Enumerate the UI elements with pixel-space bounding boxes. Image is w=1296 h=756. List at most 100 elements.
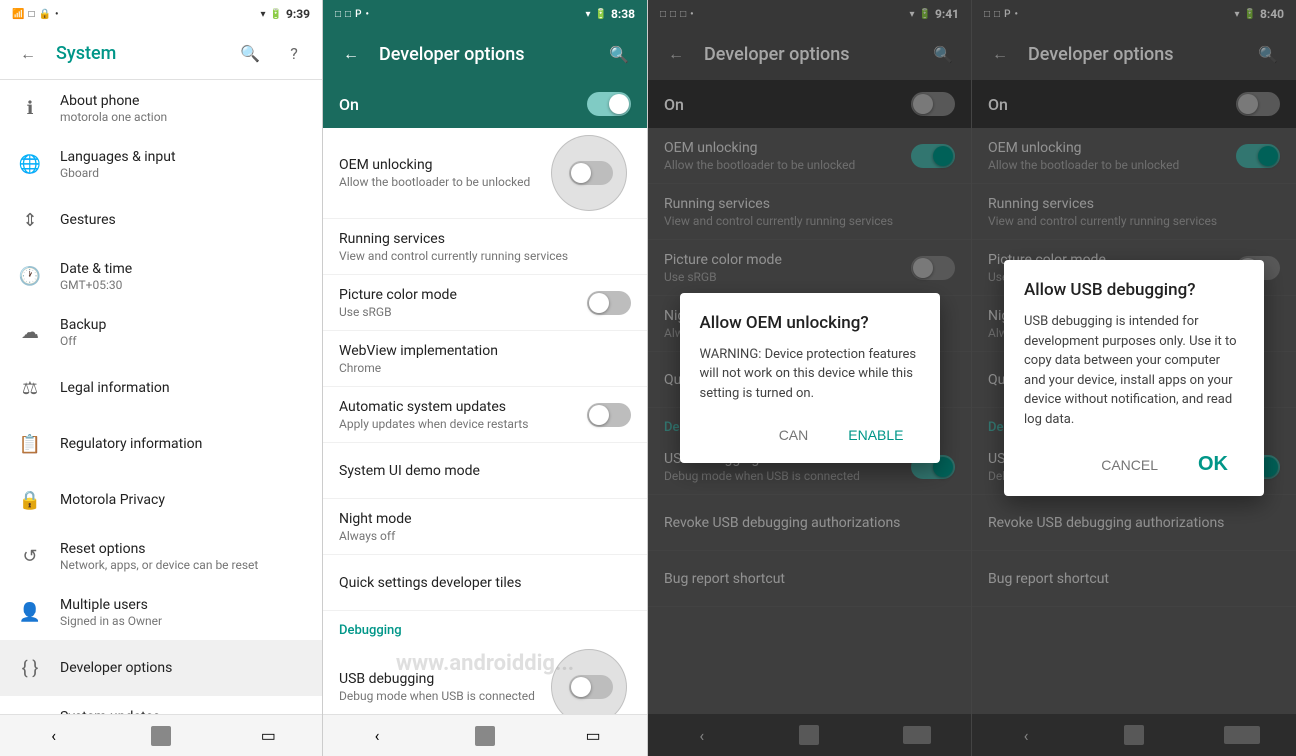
dev-item-subtitle-webview: Chrome — [339, 361, 623, 375]
users-icon: 👤 — [16, 598, 44, 626]
dev-item-oem[interactable]: OEM unlocking Allow the bootloader to be… — [323, 128, 647, 219]
dialog-cancel-usb[interactable]: Cancel — [1085, 445, 1174, 484]
dev-item-text-webview: WebView implementation Chrome — [339, 343, 623, 375]
dev-toggle-thumb-usb — [571, 677, 591, 697]
dev-item-title-usb: USB debugging — [339, 671, 543, 687]
p-icon-2: P — [355, 9, 361, 20]
settings-text-gestures: Gestures — [60, 212, 306, 229]
settings-text-developer: Developer options — [60, 660, 306, 676]
settings-text-reset: Reset options Network, apps, or device c… — [60, 541, 306, 572]
back-button-2[interactable]: ← — [335, 38, 367, 70]
screen-title-2: Developer options — [379, 44, 591, 65]
settings-subtitle-backup: Off — [60, 334, 306, 348]
settings-title-legal: Legal information — [60, 380, 306, 396]
notification-icon: □ — [28, 9, 34, 20]
dialog-title-oem: Allow OEM unlocking? — [700, 313, 920, 333]
dev-item-subtitle-colormode: Use sRGB — [339, 305, 579, 319]
dev-toggle-thumb-colormode — [589, 293, 609, 313]
settings-subtitle-about: motorola one action — [60, 110, 306, 124]
backup-icon: ☁ — [16, 318, 44, 346]
dev-toggle-thumb-autoupdate — [589, 405, 609, 425]
dot-icon: • — [55, 9, 59, 20]
settings-title-about: About phone — [60, 93, 306, 109]
settings-text-regulatory: Regulatory information — [60, 436, 306, 452]
settings-text-moto-privacy: Motorola Privacy — [60, 492, 306, 508]
dev-item-title-colormode: Picture color mode — [339, 287, 579, 303]
dialog-usb: Allow USB debugging? USB debugging is in… — [1004, 260, 1264, 496]
dev-item-nightmode[interactable]: Night mode Always off — [323, 499, 647, 555]
settings-item-legal[interactable]: ⚖ Legal information — [0, 360, 322, 416]
search-button-1[interactable]: 🔍 — [234, 38, 266, 70]
dev-item-text-uidemo: System UI demo mode — [339, 463, 623, 479]
back-nav-2[interactable]: ‹ — [357, 720, 397, 752]
about-icon: ℹ — [16, 94, 44, 122]
dialog-confirm-oem[interactable]: Enable — [832, 419, 919, 451]
dev-toggle-oem[interactable] — [569, 161, 613, 185]
legal-icon: ⚖ — [16, 374, 44, 402]
settings-text-about: About phone motorola one action — [60, 93, 306, 124]
screen-developer-options-3: □ □ P • ▾ 🔋 8:40 ← Developer options 🔍 O… — [972, 0, 1296, 756]
dialog-oem: Allow OEM unlocking? WARNING: Device pro… — [680, 293, 940, 464]
search-button-2[interactable]: 🔍 — [603, 38, 635, 70]
dev-item-text-autoupdate: Automatic system updates Apply updates w… — [339, 399, 579, 431]
settings-item-sysupdate[interactable]: 📱 System updates Updated to Android 9 — [0, 696, 322, 714]
screen-system-settings: 📶 □ 🔒 • ▾ 🔋 9:39 ← System 🔍 ? ℹ About ph… — [0, 0, 323, 756]
dev-item-text-oem: OEM unlocking Allow the bootloader to be… — [339, 157, 543, 189]
dialog-actions-usb: Cancel OK — [1024, 445, 1244, 484]
settings-title-reset: Reset options — [60, 541, 306, 557]
recents-nav-1[interactable]: ▭ — [248, 720, 288, 752]
back-nav-1[interactable]: ‹ — [34, 720, 74, 752]
settings-item-languages[interactable]: 🌐 Languages & input Gboard — [0, 136, 322, 192]
settings-item-about[interactable]: ℹ About phone motorola one action — [0, 80, 322, 136]
dev-toggle-autoupdate[interactable] — [587, 403, 631, 427]
sim-icon: 📶 — [12, 9, 24, 20]
dev-on-toggle-row-1[interactable]: On — [323, 80, 647, 128]
dialog-cancel-oem[interactable]: Can — [763, 419, 825, 451]
dev-item-uidemo[interactable]: System UI demo mode — [323, 443, 647, 499]
settings-item-backup[interactable]: ☁ Backup Off — [0, 304, 322, 360]
gestures-icon: ⇕ — [16, 206, 44, 234]
settings-item-moto-privacy[interactable]: 🔒 Motorola Privacy — [0, 472, 322, 528]
dev-item-title-oem: OEM unlocking — [339, 157, 543, 173]
back-button-1[interactable]: ← — [12, 38, 44, 70]
settings-item-datetime[interactable]: 🕐 Date & time GMT+05:30 — [0, 248, 322, 304]
dev-toggle-usb[interactable] — [569, 675, 613, 699]
dev-item-usb[interactable]: USB debugging Debug mode when USB is con… — [323, 642, 647, 714]
dev-on-toggle-1[interactable] — [587, 92, 631, 116]
settings-title-moto-privacy: Motorola Privacy — [60, 492, 306, 508]
settings-item-developer[interactable]: { } Developer options — [0, 640, 322, 696]
regulatory-icon: 📋 — [16, 430, 44, 458]
dev-item-autoupdate[interactable]: Automatic system updates Apply updates w… — [323, 387, 647, 443]
settings-title-languages: Languages & input — [60, 149, 306, 165]
app-bar-1: ← System 🔍 ? — [0, 28, 322, 80]
settings-text-datetime: Date & time GMT+05:30 — [60, 261, 306, 292]
dev-item-running[interactable]: Running services View and control curren… — [323, 219, 647, 275]
settings-title-backup: Backup — [60, 317, 306, 333]
settings-subtitle-languages: Gboard — [60, 166, 306, 180]
dev-item-text-quicktiles: Quick settings developer tiles — [339, 575, 623, 591]
dialog-ok-usb[interactable]: OK — [1182, 445, 1244, 484]
settings-item-users[interactable]: 👤 Multiple users Signed in as Owner — [0, 584, 322, 640]
settings-item-regulatory[interactable]: 📋 Regulatory information — [0, 416, 322, 472]
status-bar-1: 📶 □ 🔒 • ▾ 🔋 9:39 — [0, 0, 322, 28]
home-nav-1[interactable] — [141, 720, 181, 752]
screen-developer-options-2: □ □ □ • ▾ 🔋 9:41 ← Developer options 🔍 O… — [648, 0, 972, 756]
dialog-actions-oem: Can Enable — [700, 419, 920, 451]
dev-toggle-colormode[interactable] — [587, 291, 631, 315]
dev-item-text-colormode: Picture color mode Use sRGB — [339, 287, 579, 319]
reset-icon: ↺ — [16, 542, 44, 570]
settings-item-reset[interactable]: ↺ Reset options Network, apps, or device… — [0, 528, 322, 584]
recents-nav-2[interactable]: ▭ — [573, 720, 613, 752]
debugging-section-1: Debugging — [323, 611, 647, 642]
dev-item-text-running: Running services View and control curren… — [339, 231, 623, 263]
dev-item-colormode[interactable]: Picture color mode Use sRGB — [323, 275, 647, 331]
settings-title-regulatory: Regulatory information — [60, 436, 306, 452]
dev-item-quicktiles[interactable]: Quick settings developer tiles — [323, 555, 647, 611]
home-nav-2[interactable] — [465, 720, 505, 752]
dev-item-title-autoupdate: Automatic system updates — [339, 399, 579, 415]
settings-item-gestures[interactable]: ⇕ Gestures — [0, 192, 322, 248]
dev-options-list-1: OEM unlocking Allow the bootloader to be… — [323, 128, 647, 714]
dev-item-webview[interactable]: WebView implementation Chrome — [323, 331, 647, 387]
help-button-1[interactable]: ? — [278, 38, 310, 70]
dialog-overlay-usb: Allow USB debugging? USB debugging is in… — [972, 0, 1296, 756]
